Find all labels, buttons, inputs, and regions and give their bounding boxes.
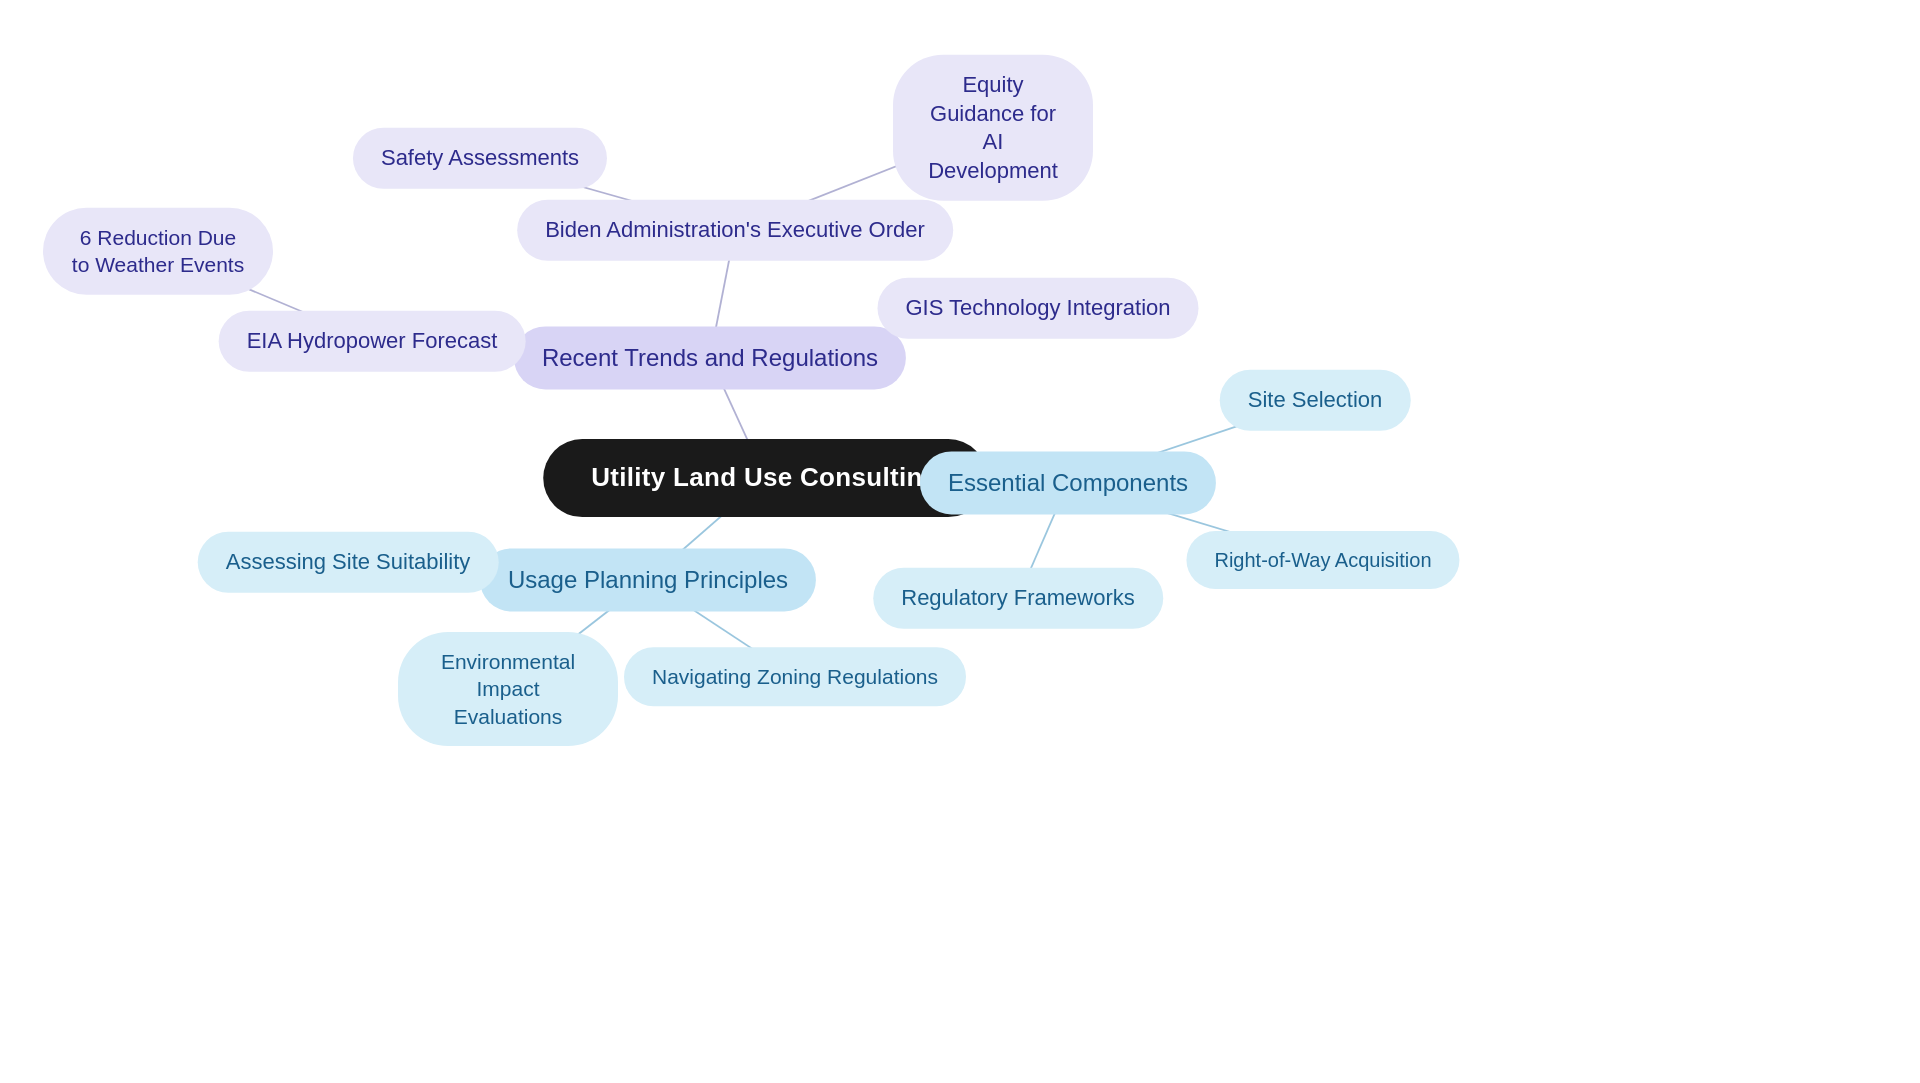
- assessing-site-node[interactable]: Assessing Site Suitability: [198, 532, 499, 593]
- right-of-way-node[interactable]: Right-of-Way Acquisition: [1186, 531, 1459, 589]
- safety-assessments-node[interactable]: Safety Assessments: [353, 128, 607, 189]
- biden-admin-node[interactable]: Biden Administration's Executive Order: [517, 200, 953, 261]
- six-reduction-node[interactable]: 6 Reduction Due to Weather Events: [43, 208, 273, 295]
- gis-technology-node[interactable]: GIS Technology Integration: [878, 278, 1199, 339]
- usage-planning-node[interactable]: Usage Planning Principles: [480, 548, 816, 611]
- recent-trends-node[interactable]: Recent Trends and Regulations: [514, 326, 906, 389]
- essential-components-node[interactable]: Essential Components: [920, 451, 1216, 514]
- navigating-zoning-node[interactable]: Navigating Zoning Regulations: [624, 647, 966, 706]
- eia-hydropower-node[interactable]: EIA Hydropower Forecast: [219, 311, 526, 372]
- environmental-impact-node[interactable]: Environmental Impact Evaluations: [398, 632, 618, 746]
- site-selection-node[interactable]: Site Selection: [1220, 370, 1411, 431]
- regulatory-frameworks-node[interactable]: Regulatory Frameworks: [873, 568, 1163, 629]
- equity-guidance-node[interactable]: Equity Guidance for AI Development: [893, 55, 1093, 201]
